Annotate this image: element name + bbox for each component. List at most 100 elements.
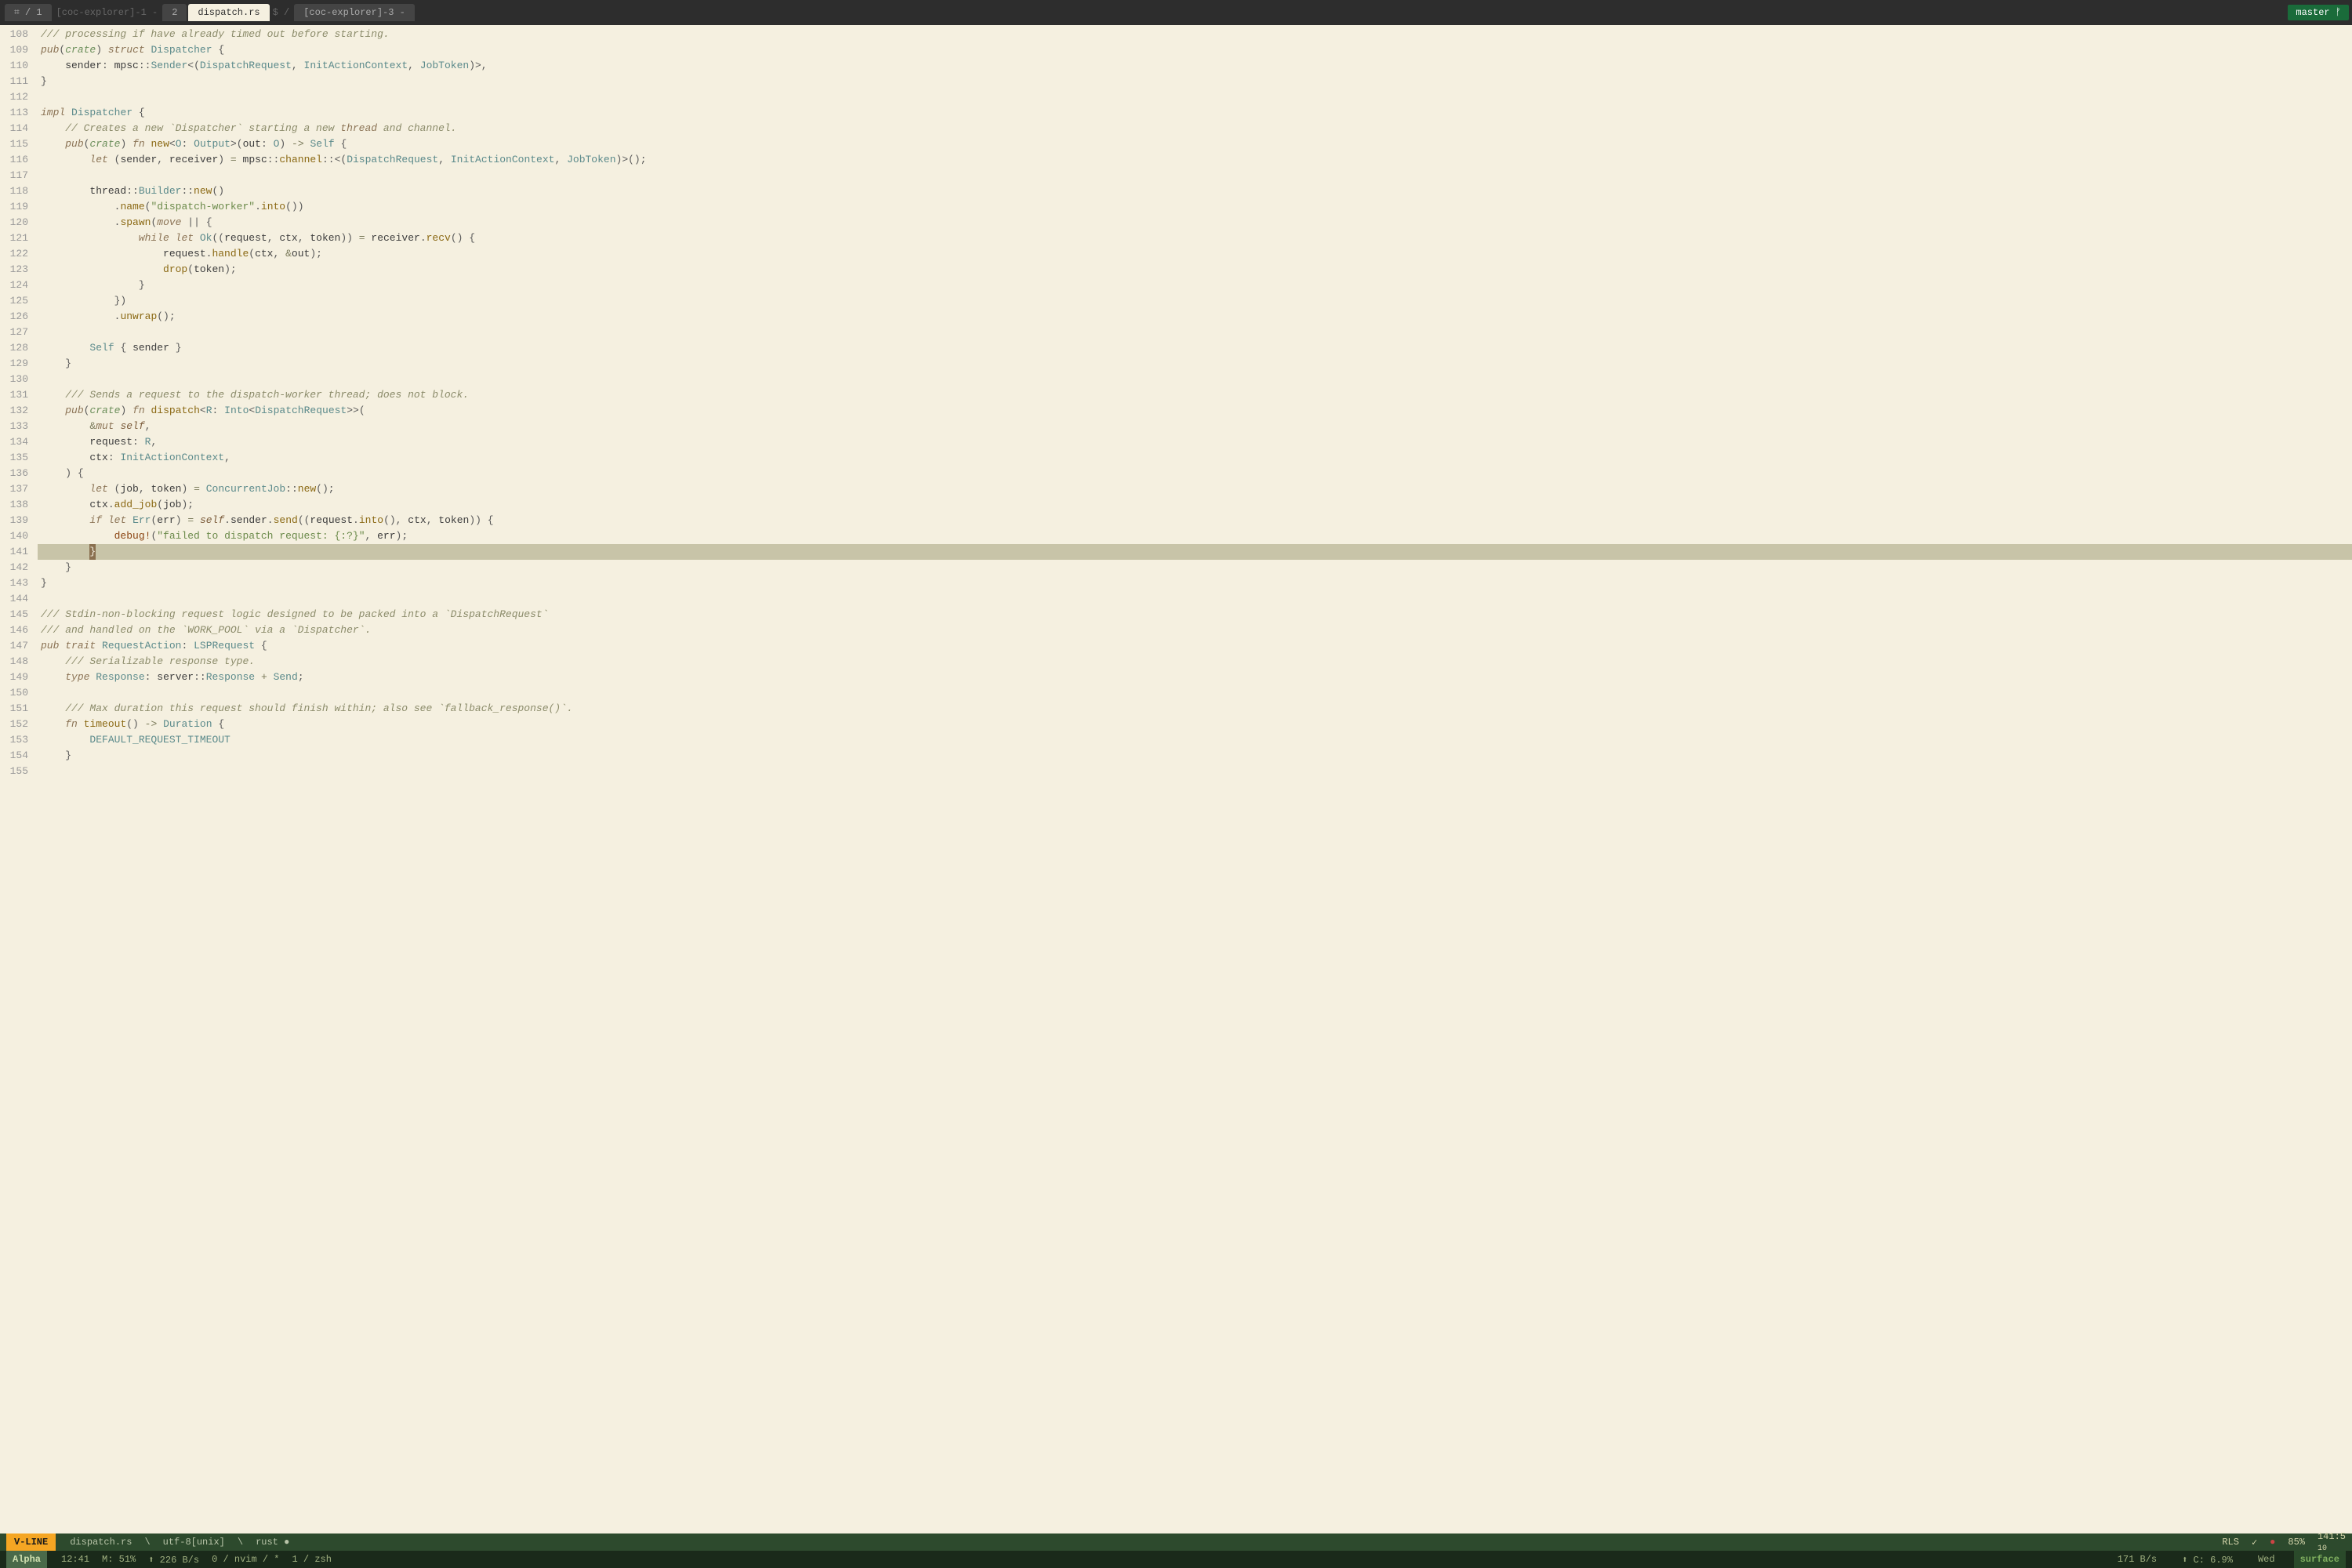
line-142: 142 } xyxy=(0,560,2352,575)
branch-badge: master ᚠ xyxy=(2288,5,2349,20)
bottom-cpu: ⬆ C: 6.9% xyxy=(2182,1554,2233,1566)
bottom-mode-label: Alpha xyxy=(13,1554,41,1565)
branch-label: master ᚠ xyxy=(2296,7,2341,18)
line-148: 148 /// Serializable response type. xyxy=(0,654,2352,670)
lc-120: .spawn(move || { xyxy=(38,215,2352,230)
lc-134: request: R, xyxy=(38,434,2352,450)
bottom-transfer: ⬆ 226 B/s xyxy=(148,1554,199,1566)
lc-154: } xyxy=(38,748,2352,764)
line-136: 136 ) { xyxy=(0,466,2352,481)
ln-110: 110 xyxy=(0,58,38,74)
status-separator-backslash-1: \ xyxy=(144,1537,150,1548)
surface-label: surface xyxy=(2300,1554,2339,1565)
bottom-nvim: 0 / nvim / * xyxy=(212,1554,279,1565)
tab-1[interactable]: ⌗ / 1 xyxy=(5,4,52,21)
ln-122: 122 xyxy=(0,246,38,262)
lc-145: /// Stdin-non-blocking request logic des… xyxy=(38,607,2352,622)
status-right: RLS ✓ ● 85% 141:5 10 xyxy=(2222,1531,2346,1553)
ln-116: 116 xyxy=(0,152,38,168)
line-137: 137 let (job, token) = ConcurrentJob::ne… xyxy=(0,481,2352,497)
line-122: 122 request.handle(ctx, &out); xyxy=(0,246,2352,262)
ln-147: 147 xyxy=(0,638,38,654)
status-mode: V-LINE xyxy=(6,1534,56,1551)
ln-114: 114 xyxy=(0,121,38,136)
lc-109: pub(crate) struct Dispatcher { xyxy=(38,42,2352,58)
lc-141: } xyxy=(38,544,2352,560)
tab-2[interactable]: 2 xyxy=(162,4,187,21)
ln-154: 154 xyxy=(0,748,38,764)
lc-118: thread::Builder::new() xyxy=(38,183,2352,199)
line-111: 111 } xyxy=(0,74,2352,89)
surface-badge: surface xyxy=(2294,1551,2346,1568)
ln-153: 153 xyxy=(0,732,38,748)
tab-bar: ⌗ / 1 [coc-explorer]-1 - 2 dispatch.rs $… xyxy=(0,0,2352,25)
lc-133: &mut self, xyxy=(38,419,2352,434)
ln-137: 137 xyxy=(0,481,38,497)
ln-148: 148 xyxy=(0,654,38,670)
ln-111: 111 xyxy=(0,74,38,89)
tab-coc-3[interactable]: [coc-explorer]-3 - xyxy=(294,4,415,21)
lc-132: pub(crate) fn dispatch<R: Into<DispatchR… xyxy=(38,403,2352,419)
line-135: 135 ctx: InitActionContext, xyxy=(0,450,2352,466)
lc-142: } xyxy=(38,560,2352,575)
line-129: 129 } xyxy=(0,356,2352,372)
bottom-bytes: 171 B/s xyxy=(2118,1554,2157,1565)
lc-121: while let Ok((request, ctx, token)) = re… xyxy=(38,230,2352,246)
bottom-right: 171 B/s ⬆ C: 6.9% Wed surface xyxy=(2111,1551,2346,1568)
ln-131: 131 xyxy=(0,387,38,403)
status-percent: 85% xyxy=(2288,1537,2305,1548)
ln-143: 143 xyxy=(0,575,38,591)
line-145: 145 /// Stdin-non-blocking request logic… xyxy=(0,607,2352,622)
line-140: 140 debug!("failed to dispatch request: … xyxy=(0,528,2352,544)
ln-120: 120 xyxy=(0,215,38,230)
line-141: 141 } xyxy=(0,544,2352,560)
ln-144: 144 xyxy=(0,591,38,607)
ln-124: 124 xyxy=(0,278,38,293)
ln-121: 121 xyxy=(0,230,38,246)
ln-115: 115 xyxy=(0,136,38,152)
ln-138: 138 xyxy=(0,497,38,513)
lc-116: let (sender, receiver) = mpsc::channel::… xyxy=(38,152,2352,168)
lc-140: debug!("failed to dispatch request: {:?}… xyxy=(38,528,2352,544)
ln-129: 129 xyxy=(0,356,38,372)
lc-151: /// Max duration this request should fin… xyxy=(38,701,2352,717)
ln-150: 150 xyxy=(0,685,38,701)
line-126: 126 .unwrap(); xyxy=(0,309,2352,325)
ln-135: 135 xyxy=(0,450,38,466)
lc-123: drop(token); xyxy=(38,262,2352,278)
lc-114: // Creates a new `Dispatcher` starting a… xyxy=(38,121,2352,136)
line-124: 124 } xyxy=(0,278,2352,293)
line-125: 125 }) xyxy=(0,293,2352,309)
status-rls: RLS xyxy=(2222,1537,2239,1548)
line-120: 120 .spawn(move || { xyxy=(0,215,2352,230)
lc-149: type Response: server::Response + Send; xyxy=(38,670,2352,685)
ln-149: 149 xyxy=(0,670,38,685)
ln-155: 155 xyxy=(0,764,38,779)
line-151: 151 /// Max duration this request should… xyxy=(0,701,2352,717)
tab-dispatch[interactable]: dispatch.rs xyxy=(188,4,269,21)
line-147: 147 pub trait RequestAction: LSPRequest … xyxy=(0,638,2352,654)
lc-115: pub(crate) fn new<O: Output>(out: O) -> … xyxy=(38,136,2352,152)
lc-135: ctx: InitActionContext, xyxy=(38,450,2352,466)
lc-111: } xyxy=(38,74,2352,89)
lc-152: fn timeout() -> Duration { xyxy=(38,717,2352,732)
lc-147: pub trait RequestAction: LSPRequest { xyxy=(38,638,2352,654)
lc-137: let (job, token) = ConcurrentJob::new(); xyxy=(38,481,2352,497)
ln-126: 126 xyxy=(0,309,38,325)
status-separator-backslash-2: \ xyxy=(238,1537,243,1548)
line-152: 152 fn timeout() -> Duration { xyxy=(0,717,2352,732)
line-109: 109 pub(crate) struct Dispatcher { xyxy=(0,42,2352,58)
tab-separator-1: [coc-explorer]-1 - xyxy=(53,7,162,18)
lc-146: /// and handled on the `WORK_POOL` via a… xyxy=(38,622,2352,638)
bottom-mode: Alpha xyxy=(6,1551,47,1568)
line-117: 117 xyxy=(0,168,2352,183)
ln-123: 123 xyxy=(0,262,38,278)
ln-133: 133 xyxy=(0,419,38,434)
lc-122: request.handle(ctx, &out); xyxy=(38,246,2352,262)
line-150: 150 xyxy=(0,685,2352,701)
status-position: 141:5 10 xyxy=(2318,1531,2346,1553)
line-110: 110 sender: mpsc::Sender<(DispatchReques… xyxy=(0,58,2352,74)
tab-1-label: ⌗ / 1 xyxy=(14,7,42,18)
bottom-bar: Alpha 12:41 M: 51% ⬆ 226 B/s 0 / nvim / … xyxy=(0,1551,2352,1568)
lc-129: } xyxy=(38,356,2352,372)
